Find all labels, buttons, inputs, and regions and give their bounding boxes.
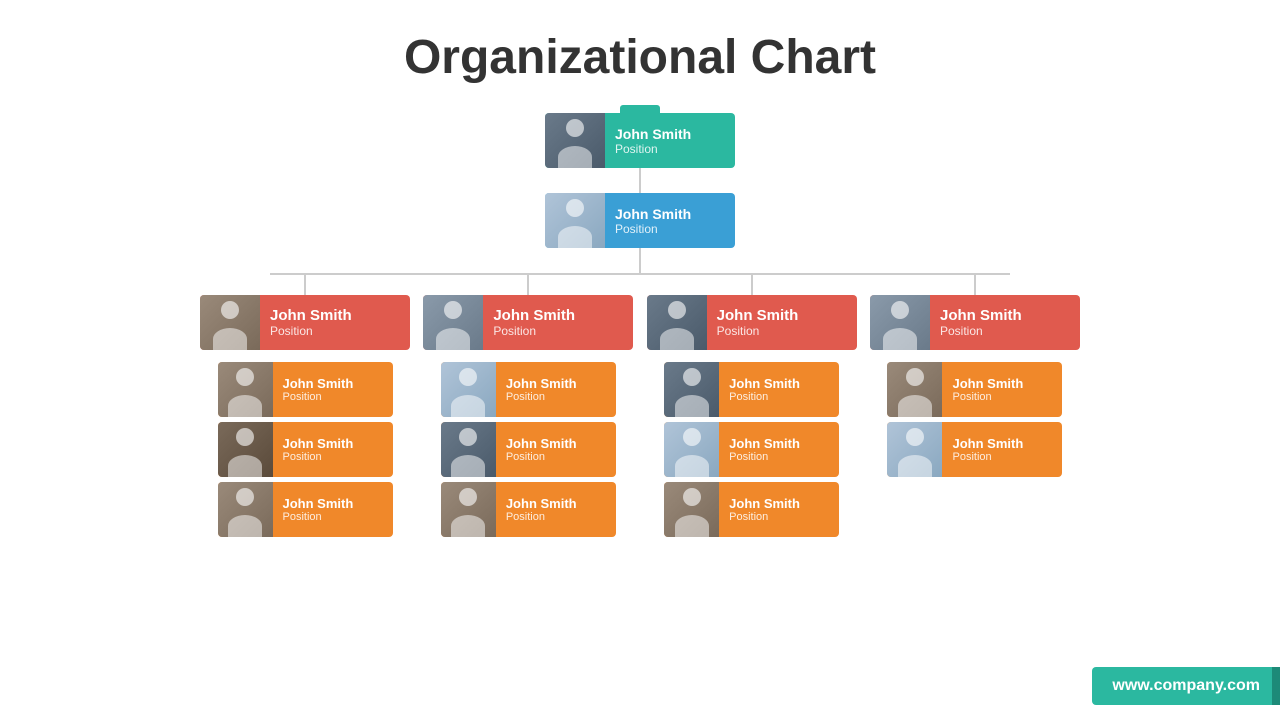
card-info-level0: John Smith Position bbox=[605, 122, 701, 160]
top-accent bbox=[620, 105, 660, 113]
card-name-level2-3: John Smith bbox=[940, 307, 1022, 324]
card-name-level2-0: John Smith bbox=[270, 307, 352, 324]
card-name-level0: John Smith bbox=[615, 126, 691, 142]
avatar-level3-0-2 bbox=[218, 482, 273, 537]
level2-row: John Smith Position John Smith Position bbox=[195, 275, 1085, 537]
avatar-level3-2-0 bbox=[664, 362, 719, 417]
card-info-level2-0: John Smith Position bbox=[260, 303, 362, 342]
card-level3-2-2[interactable]: John Smith Position bbox=[664, 482, 839, 537]
avatar-level3-1-0 bbox=[441, 362, 496, 417]
avatar-level3-3-0 bbox=[887, 362, 942, 417]
level3-col-3: John Smith Position John Smith Position bbox=[887, 362, 1062, 477]
avatar-level3-3-1 bbox=[887, 422, 942, 477]
card-name-level3-1-2: John Smith bbox=[506, 496, 577, 511]
avatar-level3-2-1 bbox=[664, 422, 719, 477]
card-pos-level3-3-1: Position bbox=[952, 451, 1023, 463]
card-name-level3-2-0: John Smith bbox=[729, 376, 800, 391]
level2-col-0: John Smith Position John Smith Position bbox=[195, 275, 415, 537]
card-level3-1-1[interactable]: John Smith Position bbox=[441, 422, 616, 477]
avatar-level2-0 bbox=[200, 295, 260, 350]
avatar-level3-1-1 bbox=[441, 422, 496, 477]
card-level2-2[interactable]: John Smith Position bbox=[647, 295, 857, 350]
avatar-level3-0-1 bbox=[218, 422, 273, 477]
card-pos-level3-2-2: Position bbox=[729, 511, 800, 523]
card-level3-3-0[interactable]: John Smith Position bbox=[887, 362, 1062, 417]
page-title: Organizational Chart bbox=[0, 0, 1280, 85]
card-pos-level3-3-0: Position bbox=[952, 391, 1023, 403]
card-level3-0-0[interactable]: John Smith Position bbox=[218, 362, 393, 417]
v-connector-0 bbox=[639, 168, 641, 193]
card-name-level3-1-1: John Smith bbox=[506, 436, 577, 451]
card-position-level2-3: Position bbox=[940, 324, 1022, 338]
avatar-level2-2 bbox=[647, 295, 707, 350]
v-conn-col1 bbox=[527, 275, 529, 295]
card-pos-level3-1-0: Position bbox=[506, 391, 577, 403]
card-level1[interactable]: John Smith Position bbox=[545, 193, 735, 248]
card-info-level2-1: John Smith Position bbox=[483, 303, 585, 342]
card-pos-level3-0-2: Position bbox=[283, 511, 354, 523]
avatar-level2-1 bbox=[423, 295, 483, 350]
v-conn-col3 bbox=[974, 275, 976, 295]
card-position-level2-0: Position bbox=[270, 324, 352, 338]
card-level3-2-1[interactable]: John Smith Position bbox=[664, 422, 839, 477]
v-conn-col2 bbox=[751, 275, 753, 295]
card-pos-level3-2-0: Position bbox=[729, 391, 800, 403]
card-name-level3-0-1: John Smith bbox=[283, 436, 354, 451]
v-conn-col0 bbox=[304, 275, 306, 295]
card-name-level2-1: John Smith bbox=[493, 307, 575, 324]
avatar-level0 bbox=[545, 113, 605, 168]
card-level2-3[interactable]: John Smith Position bbox=[870, 295, 1080, 350]
level2-col-3: John Smith Position John Smith Position bbox=[865, 275, 1085, 477]
avatar-level3-0-0 bbox=[218, 362, 273, 417]
level3-col-0: John Smith Position John Smith Position bbox=[218, 362, 393, 537]
card-name-level1: John Smith bbox=[615, 206, 691, 222]
card-name-level3-0-2: John Smith bbox=[283, 496, 354, 511]
avatar-level3-2-2 bbox=[664, 482, 719, 537]
card-name-level3-2-1: John Smith bbox=[729, 436, 800, 451]
card-level3-1-2[interactable]: John Smith Position bbox=[441, 482, 616, 537]
card-level3-1-0[interactable]: John Smith Position bbox=[441, 362, 616, 417]
level2-col-1: John Smith Position John Smith Position bbox=[418, 275, 638, 537]
card-position-level2-1: Position bbox=[493, 324, 575, 338]
card-name-level3-1-0: John Smith bbox=[506, 376, 577, 391]
card-level3-3-1[interactable]: John Smith Position bbox=[887, 422, 1062, 477]
card-level3-0-2[interactable]: John Smith Position bbox=[218, 482, 393, 537]
card-level3-2-0[interactable]: John Smith Position bbox=[664, 362, 839, 417]
card-level3-0-1[interactable]: John Smith Position bbox=[218, 422, 393, 477]
card-level0[interactable]: John Smith Position bbox=[545, 113, 735, 168]
card-level2-0[interactable]: John Smith Position bbox=[200, 295, 410, 350]
card-pos-level3-1-1: Position bbox=[506, 451, 577, 463]
avatar-level3-1-2 bbox=[441, 482, 496, 537]
card-level2-1[interactable]: John Smith Position bbox=[423, 295, 633, 350]
avatar-level1 bbox=[545, 193, 605, 248]
avatar-level2-3 bbox=[870, 295, 930, 350]
card-info-level2-2: John Smith Position bbox=[707, 303, 809, 342]
level2-col-2: John Smith Position John Smith Position bbox=[642, 275, 862, 537]
card-position-level1: Position bbox=[615, 222, 691, 236]
card-name-level3-3-0: John Smith bbox=[952, 376, 1023, 391]
card-name-level3-2-2: John Smith bbox=[729, 496, 800, 511]
card-info-level2-3: John Smith Position bbox=[930, 303, 1032, 342]
card-name-level2-2: John Smith bbox=[717, 307, 799, 324]
level1-node: John Smith Position bbox=[545, 193, 735, 273]
level3-col-1: John Smith Position John Smith Position bbox=[441, 362, 616, 537]
card-pos-level3-1-2: Position bbox=[506, 511, 577, 523]
card-name-level3-0-0: John Smith bbox=[283, 376, 354, 391]
card-info-level1: John Smith Position bbox=[605, 202, 701, 240]
org-chart: John Smith Position John Smith Position bbox=[0, 105, 1280, 537]
v-connector-1 bbox=[639, 248, 641, 273]
card-pos-level3-0-1: Position bbox=[283, 451, 354, 463]
footer-url-badge: www.company.com bbox=[1092, 667, 1280, 705]
card-name-level3-3-1: John Smith bbox=[952, 436, 1023, 451]
level0-node: John Smith Position bbox=[545, 113, 735, 193]
card-pos-level3-0-0: Position bbox=[283, 391, 354, 403]
card-pos-level3-2-1: Position bbox=[729, 451, 800, 463]
card-position-level2-2: Position bbox=[717, 324, 799, 338]
level3-col-2: John Smith Position John Smith Position bbox=[664, 362, 839, 537]
card-position-level0: Position bbox=[615, 142, 691, 156]
